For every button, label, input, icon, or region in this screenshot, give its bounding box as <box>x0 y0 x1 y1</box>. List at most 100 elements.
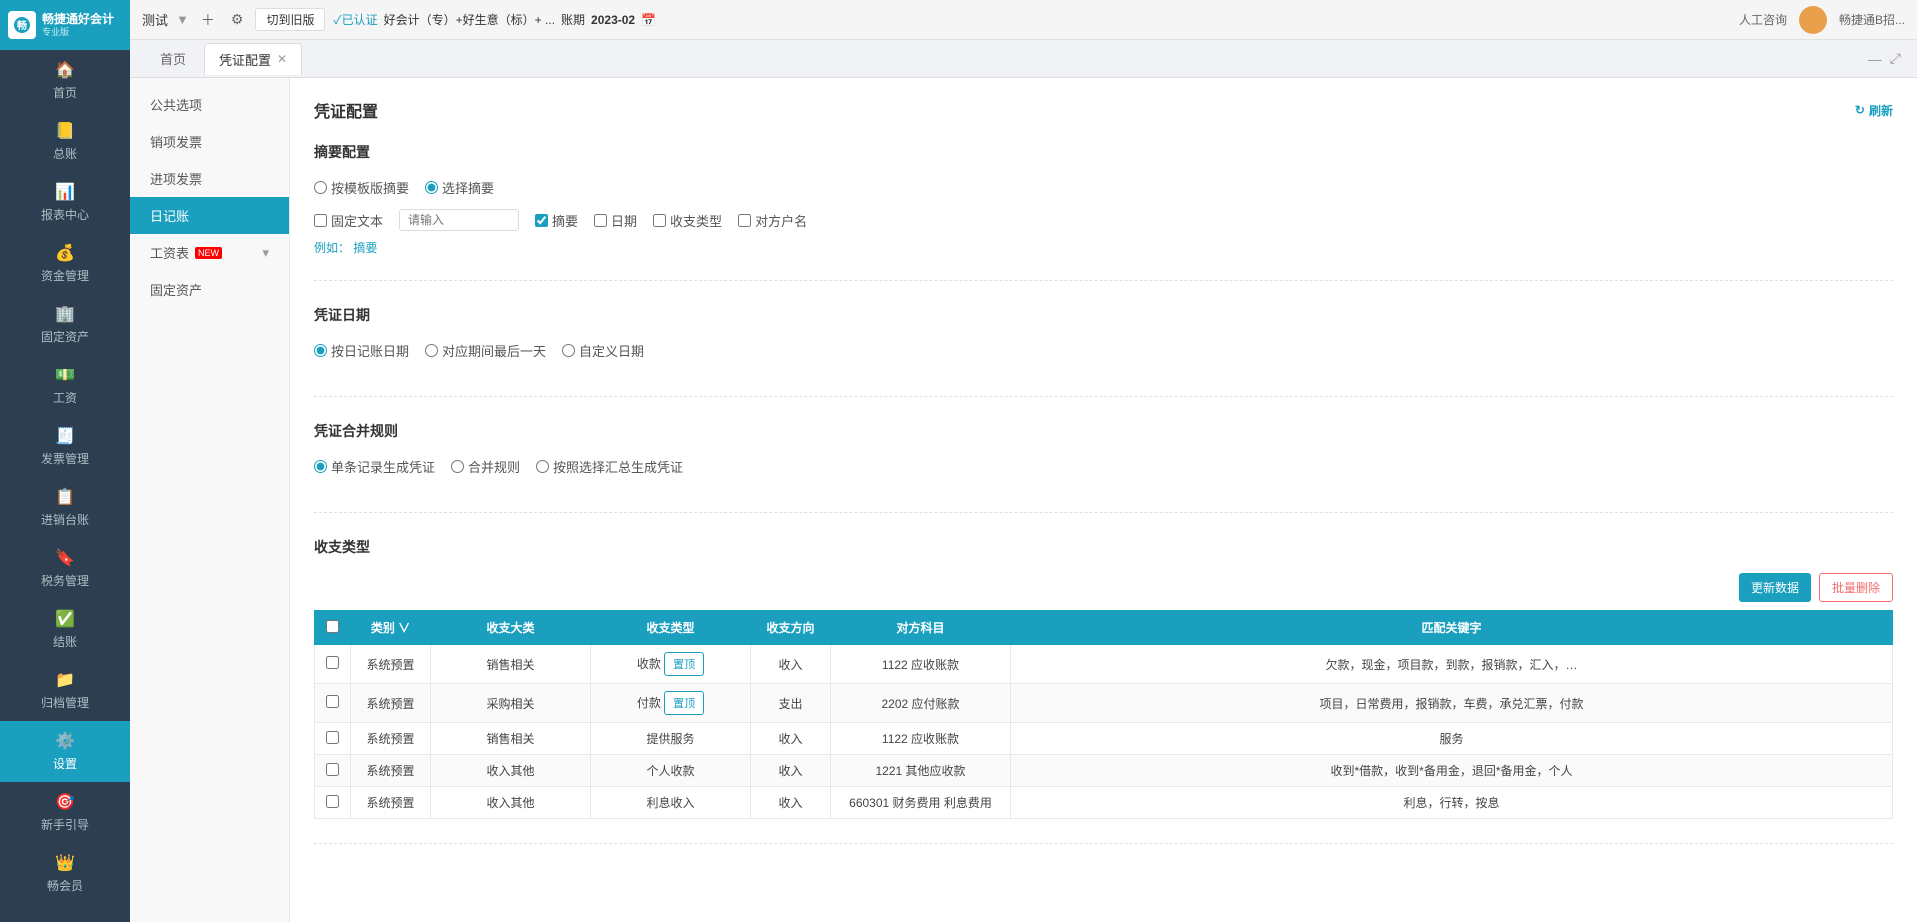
radio-single-record[interactable]: 单条记录生成凭证 <box>314 457 435 476</box>
income-expense-table: 类别 ∨ 收支大类 收支类型 收支方向 对方科目 匹配关键字 <box>314 610 1893 819</box>
row1-dir: 收入 <box>751 645 831 684</box>
row3-keyword: 服务 <box>1011 723 1893 755</box>
row2-keyword: 项目，日常费用，报销款，车费，承兑汇票，付款 <box>1011 684 1893 723</box>
sidebar-item-member[interactable]: 👑 畅会员 <box>0 843 130 904</box>
tab-close-icon[interactable]: ✕ <box>277 52 287 66</box>
inner-sidebar-payroll[interactable]: 工资表 NEW ▾ <box>130 234 289 271</box>
inner-sidebar-sales-invoice[interactable]: 销项发票 <box>130 123 289 160</box>
inner-sidebar-public[interactable]: 公共选项 <box>130 86 289 123</box>
radio-select-summary[interactable]: 选择摘要 <box>425 178 494 197</box>
update-data-button[interactable]: 更新数据 <box>1739 573 1811 602</box>
checkbox-counterparty[interactable]: 对方户名 <box>738 211 807 230</box>
radio-journal-date[interactable]: 按日记账日期 <box>314 341 409 360</box>
checkbox-date[interactable]: 日期 <box>594 211 637 230</box>
date-radio-group: 按日记账日期 对应期间最后一天 自定义日期 <box>314 341 1893 360</box>
radio-merge-rule[interactable]: 合并规则 <box>451 457 520 476</box>
table-actions: 更新数据 批量删除 <box>314 573 1893 602</box>
calendar-icon[interactable]: 📅 <box>641 13 656 27</box>
refresh-button[interactable]: ↻ 刷新 <box>1855 102 1893 119</box>
radio-summary-generate[interactable]: 按照选择汇总生成凭证 <box>536 457 683 476</box>
sidebar-item-purchase-sales[interactable]: 📋 进销台账 <box>0 477 130 538</box>
row4-checkbox[interactable] <box>315 755 351 787</box>
radio-period-last-day[interactable]: 对应期间最后一天 <box>425 341 546 360</box>
row4-subject: 1221 其他应收款 <box>831 755 1011 787</box>
tab-home[interactable]: 首页 <box>146 43 200 74</box>
table-row: 系统预置 采购相关 付款 置顶 支出 2202 应付账款 项目，日常费用，报销款… <box>315 684 1893 723</box>
inner-sidebar-fixed-assets[interactable]: 固定资产 <box>130 271 289 308</box>
page-title-text: 凭证配置 <box>314 98 378 122</box>
table-row: 系统预置 收入其他 利息收入 收入 660301 财务费用 利息费用 利息，行转… <box>315 787 1893 819</box>
radio-custom-date[interactable]: 自定义日期 <box>562 341 644 360</box>
checkbox-income-type[interactable]: 收支类型 <box>653 211 722 230</box>
refresh-icon: ↻ <box>1855 103 1865 117</box>
sidebar-item-guide[interactable]: 🎯 新手引导 <box>0 782 130 843</box>
home-icon: 🏠 <box>55 60 75 80</box>
content-area: 公共选项 销项发票 进项发票 日记账 工资表 NEW ▾ 固定资产 凭证 <box>130 78 1917 922</box>
summary-title: 摘要配置 <box>314 142 1893 162</box>
row4-type: 个人收款 <box>591 755 751 787</box>
sidebar: 畅 畅捷通好会计 专业版 🏠 首页 📒 总账 📊 报表中心 💰 资金管理 🏢 固… <box>0 0 130 922</box>
main-area: 测试 ▼ ＋ ⚙ 切到旧版 ✓已认证 好会计（专）+好生意（标）+ ... 账期… <box>130 0 1917 922</box>
row2-dir: 支出 <box>751 684 831 723</box>
fixed-text-input[interactable] <box>399 209 519 231</box>
closing-icon: ✅ <box>55 609 75 629</box>
tags-text: 好会计（专）+好生意（标）+ ... <box>384 11 555 28</box>
tab-bar: 首页 凭证配置 ✕ — ⤢ <box>130 40 1917 78</box>
inner-sidebar-journal[interactable]: 日记账 <box>130 197 289 234</box>
sidebar-item-settings[interactable]: ⚙️ 设置 <box>0 721 130 782</box>
archive-icon: 📁 <box>55 670 75 690</box>
help-link[interactable]: 人工咨询 <box>1739 11 1787 28</box>
logo-title: 畅捷通好会计 <box>42 12 114 26</box>
col-checkbox-header[interactable] <box>315 611 351 645</box>
merge-section: 凭证合并规则 单条记录生成凭证 合并规则 按照选择汇总生成凭证 <box>314 421 1893 513</box>
guide-icon: 🎯 <box>55 792 75 812</box>
topbar-right: 人工咨询 畅捷通B招... <box>1739 6 1905 34</box>
settings-icon: ⚙️ <box>55 731 75 751</box>
row1-major: 销售相关 <box>431 645 591 684</box>
logo-icon: 畅 <box>8 11 36 39</box>
sidebar-item-salary[interactable]: 💵 工资 <box>0 355 130 416</box>
new-badge: NEW <box>195 247 222 259</box>
sidebar-item-invoice[interactable]: 🧾 发票管理 <box>0 416 130 477</box>
row1-reset-button[interactable]: 置顶 <box>664 652 704 676</box>
settings-button[interactable]: ⚙ <box>227 9 248 30</box>
username[interactable]: 畅捷通B招... <box>1839 11 1905 28</box>
tab-minimize-button[interactable]: — <box>1868 50 1882 67</box>
batch-delete-button[interactable]: 批量删除 <box>1819 573 1893 602</box>
row5-cat: 系统预置 <box>351 787 431 819</box>
tax-icon: 🔖 <box>55 548 75 568</box>
add-button[interactable]: ＋ <box>197 8 219 32</box>
sidebar-item-tax[interactable]: 🔖 税务管理 <box>0 538 130 599</box>
row2-reset-button[interactable]: 置顶 <box>664 691 704 715</box>
sidebar-item-fixed-assets[interactable]: 🏢 固定资产 <box>0 294 130 355</box>
row2-subject: 2202 应付账款 <box>831 684 1011 723</box>
row5-checkbox[interactable] <box>315 787 351 819</box>
tab-voucher-config[interactable]: 凭证配置 ✕ <box>204 43 302 75</box>
arrow-icon: ▾ <box>262 245 269 261</box>
checkbox-summary[interactable]: 摘要 <box>535 211 578 230</box>
row3-dir: 收入 <box>751 723 831 755</box>
sidebar-item-funds[interactable]: 💰 资金管理 <box>0 233 130 294</box>
row2-checkbox[interactable] <box>315 684 351 723</box>
row3-major: 销售相关 <box>431 723 591 755</box>
company-name[interactable]: 测试 <box>142 10 168 29</box>
switch-version-button[interactable]: 切到旧版 <box>255 8 325 31</box>
row2-major: 采购相关 <box>431 684 591 723</box>
row3-checkbox[interactable] <box>315 723 351 755</box>
invoice-icon: 🧾 <box>55 426 75 446</box>
table-row: 系统预置 销售相关 收款 置顶 收入 1122 应收账款 欠款，现金，项目款，到… <box>315 645 1893 684</box>
row1-checkbox[interactable] <box>315 645 351 684</box>
salary-icon: 💵 <box>55 365 75 385</box>
sidebar-item-closing[interactable]: ✅ 结账 <box>0 599 130 660</box>
checkbox-fixed-text[interactable]: 固定文本 <box>314 211 383 230</box>
sidebar-item-ledger[interactable]: 📒 总账 <box>0 111 130 172</box>
inner-sidebar-purchase-invoice[interactable]: 进项发票 <box>130 160 289 197</box>
tab-maximize-button[interactable]: ⤢ <box>1890 50 1901 67</box>
row1-type: 收款 置顶 <box>591 645 751 684</box>
row1-keyword: 欠款，现金，项目款，到款，报销款，汇入，… <box>1011 645 1893 684</box>
sidebar-item-home[interactable]: 🏠 首页 <box>0 50 130 111</box>
sidebar-item-reports[interactable]: 📊 报表中心 <box>0 172 130 233</box>
radio-template-summary[interactable]: 按模板版摘要 <box>314 178 409 197</box>
sidebar-item-archive[interactable]: 📁 归档管理 <box>0 660 130 721</box>
row5-major: 收入其他 <box>431 787 591 819</box>
